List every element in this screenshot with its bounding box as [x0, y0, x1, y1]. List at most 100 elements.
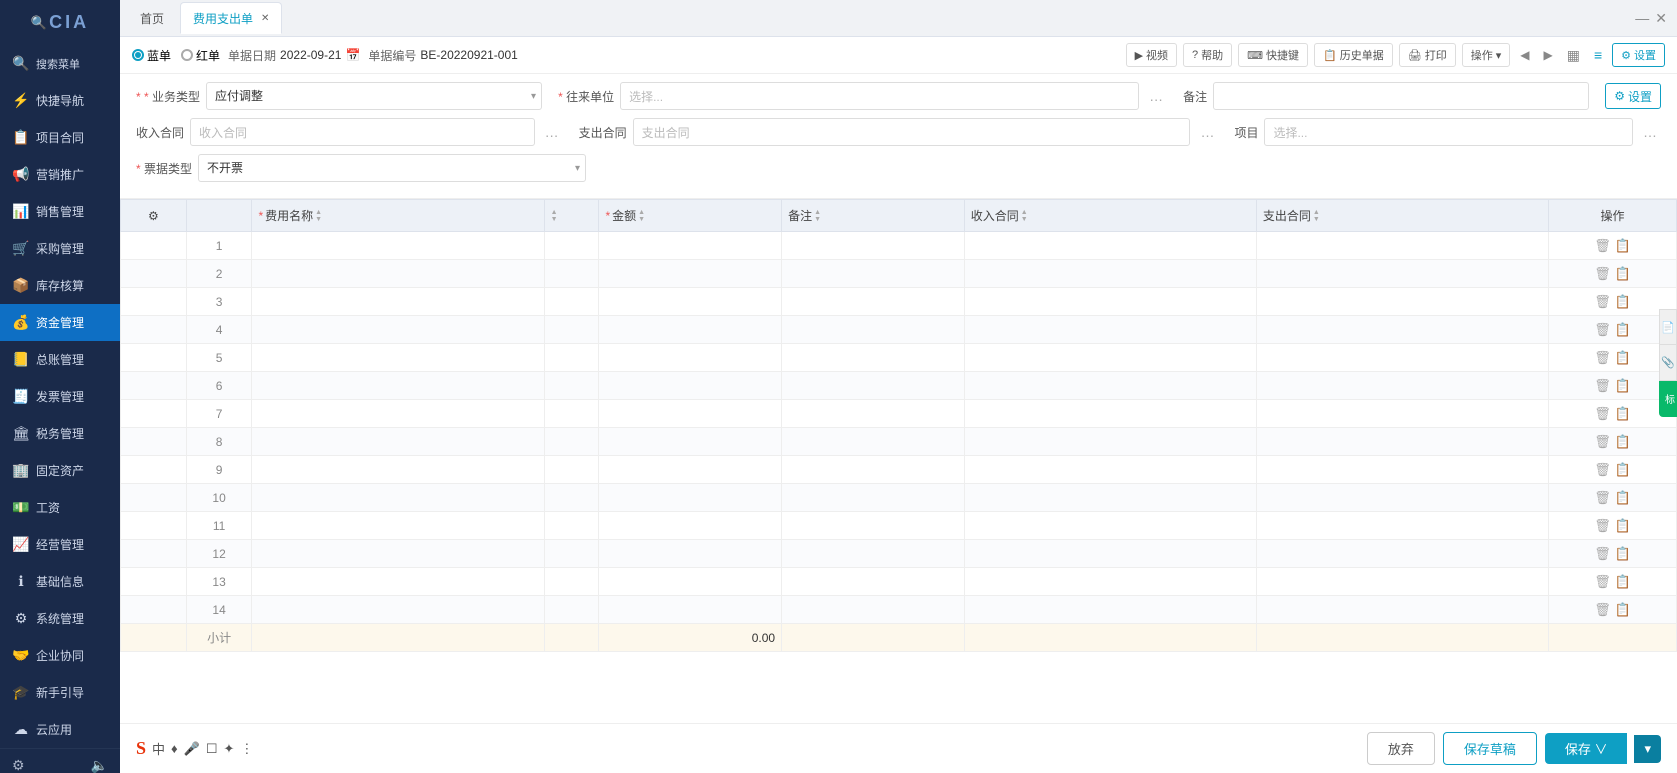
- row-delete-icon[interactable]: 🗑: [1594, 266, 1611, 282]
- row-delete-icon[interactable]: 🗑: [1594, 546, 1611, 562]
- sidebar-item-operations[interactable]: 📈 经营管理: [0, 526, 120, 563]
- row-income-contract-cell[interactable]: [964, 232, 1256, 260]
- row-delete-icon[interactable]: 🗑: [1594, 238, 1611, 254]
- row-amount-cell[interactable]: [599, 456, 782, 484]
- row-delete-icon[interactable]: 🗑: [1594, 350, 1611, 366]
- row-copy-icon[interactable]: 📋: [1615, 546, 1631, 562]
- row-fee-name-cell[interactable]: [252, 596, 544, 624]
- print-btn[interactable]: 🖨 打印: [1399, 43, 1456, 67]
- sidebar-search[interactable]: 🔍 搜索菜单: [0, 45, 120, 82]
- row-fee-name-cell[interactable]: [252, 288, 544, 316]
- view-grid-btn[interactable]: ▦: [1563, 45, 1584, 66]
- row-remark-cell[interactable]: [782, 232, 965, 260]
- row-fee-name-cell[interactable]: [252, 484, 544, 512]
- nav-prev-btn[interactable]: ◀: [1516, 46, 1533, 64]
- row-amount-cell[interactable]: [599, 568, 782, 596]
- date-value[interactable]: 2022-09-21: [280, 48, 341, 62]
- row-fee-name-cell[interactable]: [252, 540, 544, 568]
- row-expense-contract-cell[interactable]: [1256, 568, 1548, 596]
- sidebar-item-accounting[interactable]: 📒 总账管理: [0, 341, 120, 378]
- row-fee-name-cell[interactable]: [252, 568, 544, 596]
- row-delete-icon[interactable]: 🗑: [1594, 434, 1611, 450]
- th-remark[interactable]: 备注 ▲▼: [782, 200, 965, 232]
- row-amount-cell[interactable]: [599, 540, 782, 568]
- counterpart-input[interactable]: 选择...: [620, 82, 1139, 110]
- row-income-contract-cell[interactable]: [964, 344, 1256, 372]
- row-income-contract-cell[interactable]: [964, 596, 1256, 624]
- shortcut-btn[interactable]: ⌨ 快捷键: [1238, 43, 1308, 67]
- settings-btn[interactable]: ⚙ 设置: [1612, 43, 1665, 67]
- sidebar-item-cloud[interactable]: ☁ 云应用: [0, 711, 120, 748]
- sidebar-item-project-contract[interactable]: 📋 项目合同: [0, 119, 120, 156]
- row-amount-cell[interactable]: [599, 232, 782, 260]
- row-expense-contract-cell[interactable]: [1256, 512, 1548, 540]
- save-dropdown-button[interactable]: ▾: [1634, 735, 1661, 763]
- row-amount-cell[interactable]: [599, 484, 782, 512]
- tab-home[interactable]: 首页: [128, 2, 176, 34]
- row-remark-cell[interactable]: [782, 260, 965, 288]
- row-income-contract-cell[interactable]: [964, 428, 1256, 456]
- income-contract-input[interactable]: 收入合同: [190, 118, 535, 146]
- row-remark-cell[interactable]: [782, 288, 965, 316]
- row-income-contract-cell[interactable]: [964, 456, 1256, 484]
- row-fee-name-cell[interactable]: [252, 456, 544, 484]
- row-amount-cell[interactable]: [599, 344, 782, 372]
- side-paperclip-icon[interactable]: 📎: [1659, 345, 1677, 381]
- row-copy-icon[interactable]: 📋: [1615, 518, 1631, 534]
- project-ellipsis[interactable]: …: [1639, 124, 1661, 140]
- radio-blue[interactable]: 蓝单: [132, 47, 171, 64]
- sidebar-item-tax[interactable]: 🏛 税务管理: [0, 415, 120, 452]
- row-income-contract-cell[interactable]: [964, 260, 1256, 288]
- discard-button[interactable]: 放弃: [1367, 732, 1435, 765]
- row-remark-cell[interactable]: [782, 484, 965, 512]
- row-amount-cell[interactable]: [599, 372, 782, 400]
- row-remark-cell[interactable]: [782, 568, 965, 596]
- row-amount-cell[interactable]: [599, 400, 782, 428]
- row-copy-icon[interactable]: 📋: [1615, 322, 1631, 338]
- sidebar-item-fixed-assets[interactable]: 🏢 固定资产: [0, 452, 120, 489]
- star-icon[interactable]: ✦: [224, 741, 235, 757]
- nav-next-btn[interactable]: ▶: [1539, 46, 1556, 64]
- row-delete-icon[interactable]: 🗑: [1594, 322, 1611, 338]
- sidebar-item-inventory[interactable]: 📦 库存核算: [0, 267, 120, 304]
- row-expense-contract-cell[interactable]: [1256, 344, 1548, 372]
- row-amount-cell[interactable]: [599, 512, 782, 540]
- row-delete-icon[interactable]: 🗑: [1594, 574, 1611, 590]
- row-remark-cell[interactable]: [782, 512, 965, 540]
- row-income-contract-cell[interactable]: [964, 568, 1256, 596]
- sidebar-item-enterprise[interactable]: 🤝 企业协同: [0, 637, 120, 674]
- history-btn[interactable]: 📋 历史单据: [1314, 43, 1393, 67]
- sidebar-item-sales-mgmt[interactable]: 📊 销售管理: [0, 193, 120, 230]
- row-delete-icon[interactable]: 🗑: [1594, 518, 1611, 534]
- window-minimize-icon[interactable]: —: [1635, 10, 1649, 26]
- sidebar-item-sales-promo[interactable]: 📢 营销推广: [0, 156, 120, 193]
- row-copy-icon[interactable]: 📋: [1615, 434, 1631, 450]
- tab-expense[interactable]: 费用支出单 ✕: [180, 2, 282, 34]
- expense-ellipsis[interactable]: …: [1196, 124, 1218, 140]
- row-delete-icon[interactable]: 🗑: [1594, 378, 1611, 394]
- row-delete-icon[interactable]: 🗑: [1594, 406, 1611, 422]
- row-expense-contract-cell[interactable]: [1256, 400, 1548, 428]
- row-expense-contract-cell[interactable]: [1256, 596, 1548, 624]
- row-remark-cell[interactable]: [782, 596, 965, 624]
- row-remark-cell[interactable]: [782, 316, 965, 344]
- row-copy-icon[interactable]: 📋: [1615, 462, 1631, 478]
- row-copy-icon[interactable]: 📋: [1615, 378, 1631, 394]
- logo[interactable]: 🔍 CIA: [0, 0, 120, 45]
- th-setting[interactable]: ⚙: [121, 200, 187, 232]
- row-remark-cell[interactable]: [782, 540, 965, 568]
- row-amount-cell[interactable]: [599, 260, 782, 288]
- row-delete-icon[interactable]: 🗑: [1594, 462, 1611, 478]
- row-expense-contract-cell[interactable]: [1256, 232, 1548, 260]
- diamond-icon[interactable]: ♦: [171, 741, 178, 756]
- row-delete-icon[interactable]: 🗑: [1594, 294, 1611, 310]
- window-close-icon[interactable]: ✕: [1655, 10, 1667, 27]
- row-amount-cell[interactable]: [599, 288, 782, 316]
- fee-name-sort[interactable]: ▲▼: [315, 209, 322, 223]
- income-ellipsis[interactable]: …: [541, 124, 563, 140]
- row-expense-contract-cell[interactable]: [1256, 484, 1548, 512]
- row-remark-cell[interactable]: [782, 372, 965, 400]
- operation-btn[interactable]: 操作 ▾: [1462, 43, 1511, 67]
- expense-contract-input[interactable]: 支出合同: [633, 118, 1191, 146]
- project-input[interactable]: 选择...: [1264, 118, 1633, 146]
